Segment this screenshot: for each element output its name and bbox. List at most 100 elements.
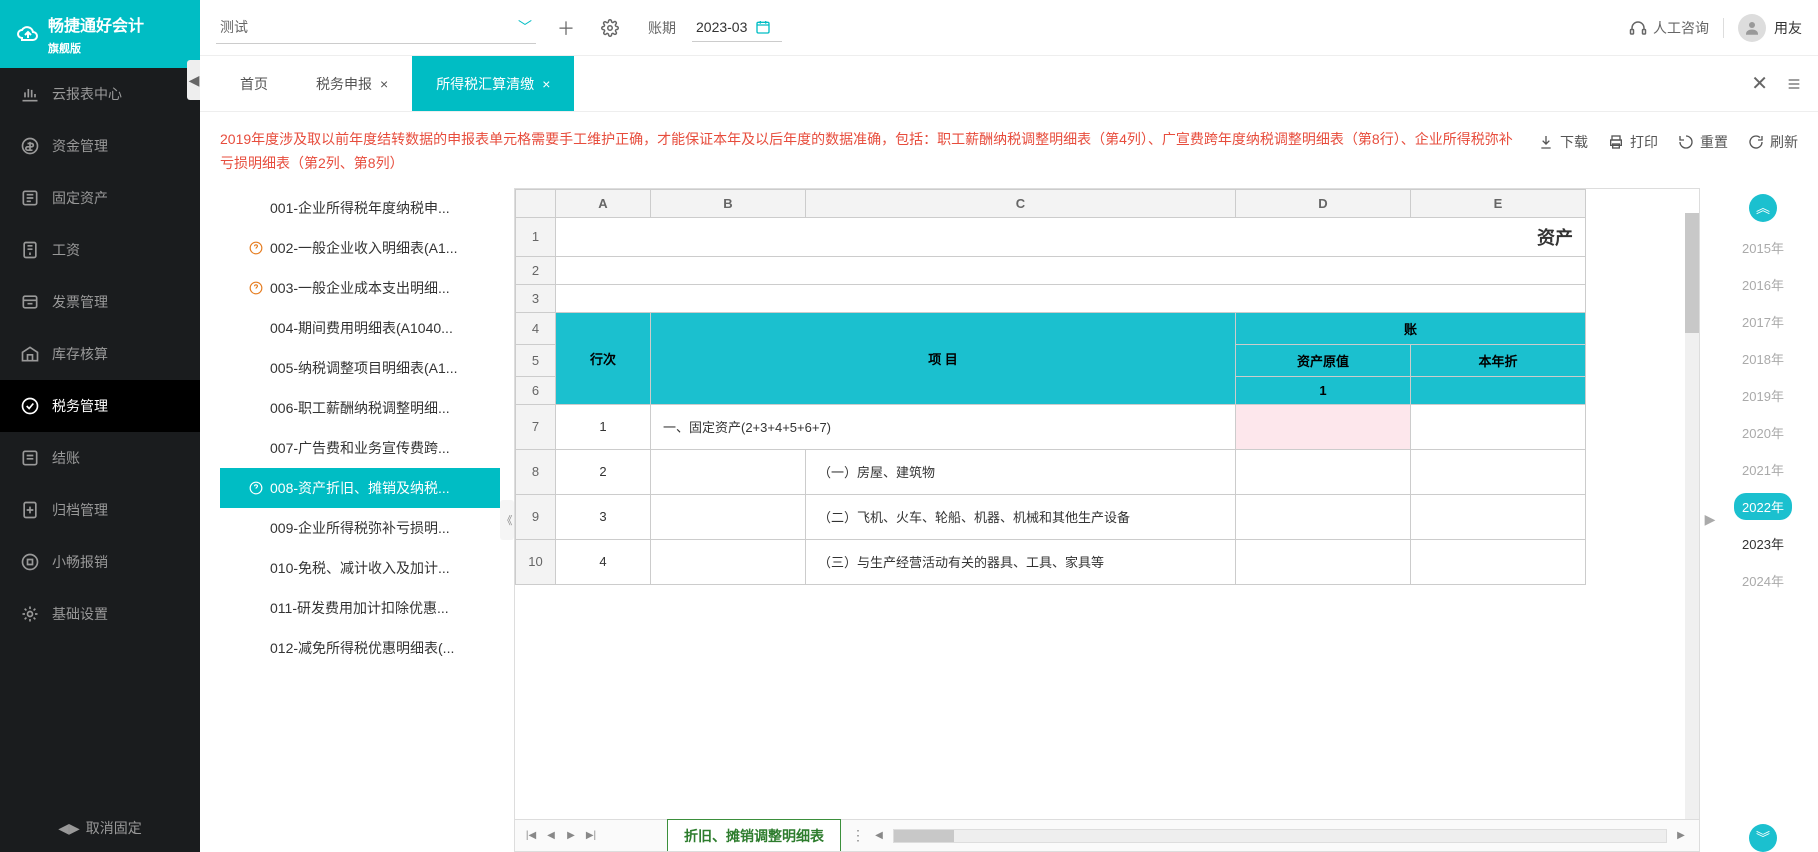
hscroll-left-icon[interactable]: ◀ (871, 828, 887, 844)
row-header[interactable]: 9 (516, 494, 556, 539)
form-item-6[interactable]: 007-广告费和业务宣传费跨... (220, 428, 500, 468)
year-item[interactable]: 2019年 (1734, 382, 1792, 409)
cell-value[interactable] (1236, 449, 1411, 494)
company-select[interactable]: 测试 ﹀ (216, 11, 536, 44)
support-button[interactable]: 人工咨询 (1629, 18, 1709, 38)
sidebar-item-1[interactable]: 资金管理 (0, 120, 200, 172)
form-item-9[interactable]: 010-免税、减计收入及加计... (220, 548, 500, 588)
hdr-depr[interactable]: 本年折 (1411, 344, 1586, 376)
cell-rowno[interactable]: 4 (556, 539, 651, 584)
cell-value[interactable] (1236, 494, 1411, 539)
cell-rowno[interactable]: 2 (556, 449, 651, 494)
hdr-orig[interactable]: 资产原值 (1236, 344, 1411, 376)
cell[interactable] (651, 449, 806, 494)
col-header-A[interactable]: A (556, 189, 651, 217)
year-item[interactable]: 2018年 (1734, 345, 1792, 372)
refresh-button[interactable]: 刷新 (1748, 132, 1798, 152)
close-all-tabs-button[interactable]: ✕ (1743, 67, 1776, 100)
year-item[interactable]: 2023年 (1734, 530, 1792, 557)
period-picker[interactable]: 2023-03 (692, 13, 782, 42)
splitter-handle-icon[interactable]: ⋮ (851, 827, 865, 844)
sidebar-item-0[interactable]: 云报表中心 (0, 68, 200, 120)
tab-close-icon[interactable]: × (542, 76, 550, 92)
cell-value[interactable] (1411, 449, 1586, 494)
row-header[interactable]: 10 (516, 539, 556, 584)
sidebar-item-6[interactable]: 税务管理 (0, 380, 200, 432)
row-header[interactable]: 3 (516, 284, 556, 312)
sheet-next-icon[interactable]: ▶ (563, 828, 579, 844)
col-header-D[interactable]: D (1236, 189, 1411, 217)
form-item-5[interactable]: 006-职工薪酬纳税调整明细... (220, 388, 500, 428)
sidebar-item-8[interactable]: 归档管理 (0, 484, 200, 536)
row-header[interactable]: 7 (516, 404, 556, 449)
row-header[interactable]: 1 (516, 217, 556, 256)
year-item[interactable]: 2024年 (1734, 567, 1792, 594)
cell[interactable] (651, 494, 806, 539)
year-item[interactable]: 2020年 (1734, 419, 1792, 446)
sheet-tab[interactable]: 折旧、摊销调整明细表 (667, 819, 841, 852)
row-header[interactable]: 5 (516, 344, 556, 376)
sidebar-collapse-btn[interactable]: ◀ (187, 60, 201, 100)
cell-value[interactable] (1236, 404, 1411, 449)
year-item[interactable]: 2015年 (1734, 234, 1792, 261)
cell[interactable] (556, 284, 1586, 312)
hdr-rowno[interactable]: 行次 (556, 312, 651, 404)
cell-rowno[interactable]: 3 (556, 494, 651, 539)
sidebar-item-7[interactable]: 结账 (0, 432, 200, 484)
settings-button[interactable] (596, 14, 624, 42)
sheet-prev-icon[interactable]: ◀ (543, 828, 559, 844)
form-item-10[interactable]: 011-研发费用加计扣除优惠... (220, 588, 500, 628)
cell[interactable] (556, 256, 1586, 284)
reset-button[interactable]: 重置 (1678, 132, 1728, 152)
row-header[interactable]: 6 (516, 376, 556, 404)
col-num[interactable]: 1 (1236, 376, 1411, 404)
year-panel-collapse-btn[interactable]: ▶ (1704, 500, 1716, 540)
download-button[interactable]: 下载 (1538, 132, 1588, 152)
sidebar-item-10[interactable]: 基础设置 (0, 588, 200, 640)
vscroll-thumb[interactable] (1685, 213, 1699, 333)
form-item-8[interactable]: 009-企业所得税弥补亏损明... (220, 508, 500, 548)
year-item[interactable]: 2021年 (1734, 456, 1792, 483)
form-item-0[interactable]: 001-企业所得税年度纳税申... (220, 188, 500, 228)
year-scroll-down-button[interactable]: ︾ (1749, 824, 1777, 852)
hscroll-thumb[interactable] (894, 830, 954, 842)
horizontal-scrollbar[interactable] (893, 829, 1667, 843)
col-header-E[interactable]: E (1411, 189, 1586, 217)
col-header-B[interactable]: B (651, 189, 806, 217)
year-item[interactable]: 2017年 (1734, 308, 1792, 335)
add-button[interactable]: ＋ (552, 14, 580, 42)
sheet-first-icon[interactable]: |◀ (523, 828, 539, 844)
form-item-7[interactable]: 008-资产折旧、摊销及纳税... (220, 468, 500, 508)
sheet-last-icon[interactable]: ▶| (583, 828, 599, 844)
cell-item[interactable]: 一、固定资产(2+3+4+5+6+7) (651, 404, 1236, 449)
cell-item[interactable]: （二）飞机、火车、轮船、机器、机械和其他生产设备 (806, 494, 1236, 539)
sidebar-item-5[interactable]: 库存核算 (0, 328, 200, 380)
cell-value[interactable] (1236, 539, 1411, 584)
tab-1[interactable]: 税务申报× (292, 56, 412, 111)
print-button[interactable]: 打印 (1608, 132, 1658, 152)
cell-value[interactable] (1411, 539, 1586, 584)
col-header-C[interactable]: C (806, 189, 1236, 217)
corner-cell[interactable] (516, 189, 556, 217)
sheet-grid[interactable]: A B C D E 1资产 2 3 4 行次 (515, 189, 1699, 819)
hdr-item[interactable]: 项 目 (651, 312, 1236, 404)
row-header[interactable]: 4 (516, 312, 556, 344)
year-item[interactable]: 2022年 (1734, 493, 1792, 520)
form-item-3[interactable]: 004-期间费用明细表(A1040... (220, 308, 500, 348)
sidebar-item-3[interactable]: 工资 (0, 224, 200, 276)
col-num[interactable] (1411, 376, 1586, 404)
cell-value[interactable] (1411, 494, 1586, 539)
sidebar-item-4[interactable]: 发票管理 (0, 276, 200, 328)
tab-menu-button[interactable] (1786, 76, 1802, 92)
sidebar-item-2[interactable]: 固定资产 (0, 172, 200, 224)
hdr-group[interactable]: 账 (1236, 312, 1586, 344)
tab-0[interactable]: 首页 (216, 56, 292, 111)
tab-close-icon[interactable]: × (380, 76, 388, 92)
form-item-4[interactable]: 005-纳税调整项目明细表(A1... (220, 348, 500, 388)
form-item-11[interactable]: 012-减免所得税优惠明细表(... (220, 628, 500, 668)
sidebar-unpin-btn[interactable]: ◀▶ 取消固定 (0, 804, 200, 852)
year-item[interactable]: 2016年 (1734, 271, 1792, 298)
vertical-scrollbar[interactable] (1685, 213, 1699, 819)
hscroll-right-icon[interactable]: ▶ (1673, 828, 1689, 844)
form-item-1[interactable]: 002-一般企业收入明细表(A1... (220, 228, 500, 268)
